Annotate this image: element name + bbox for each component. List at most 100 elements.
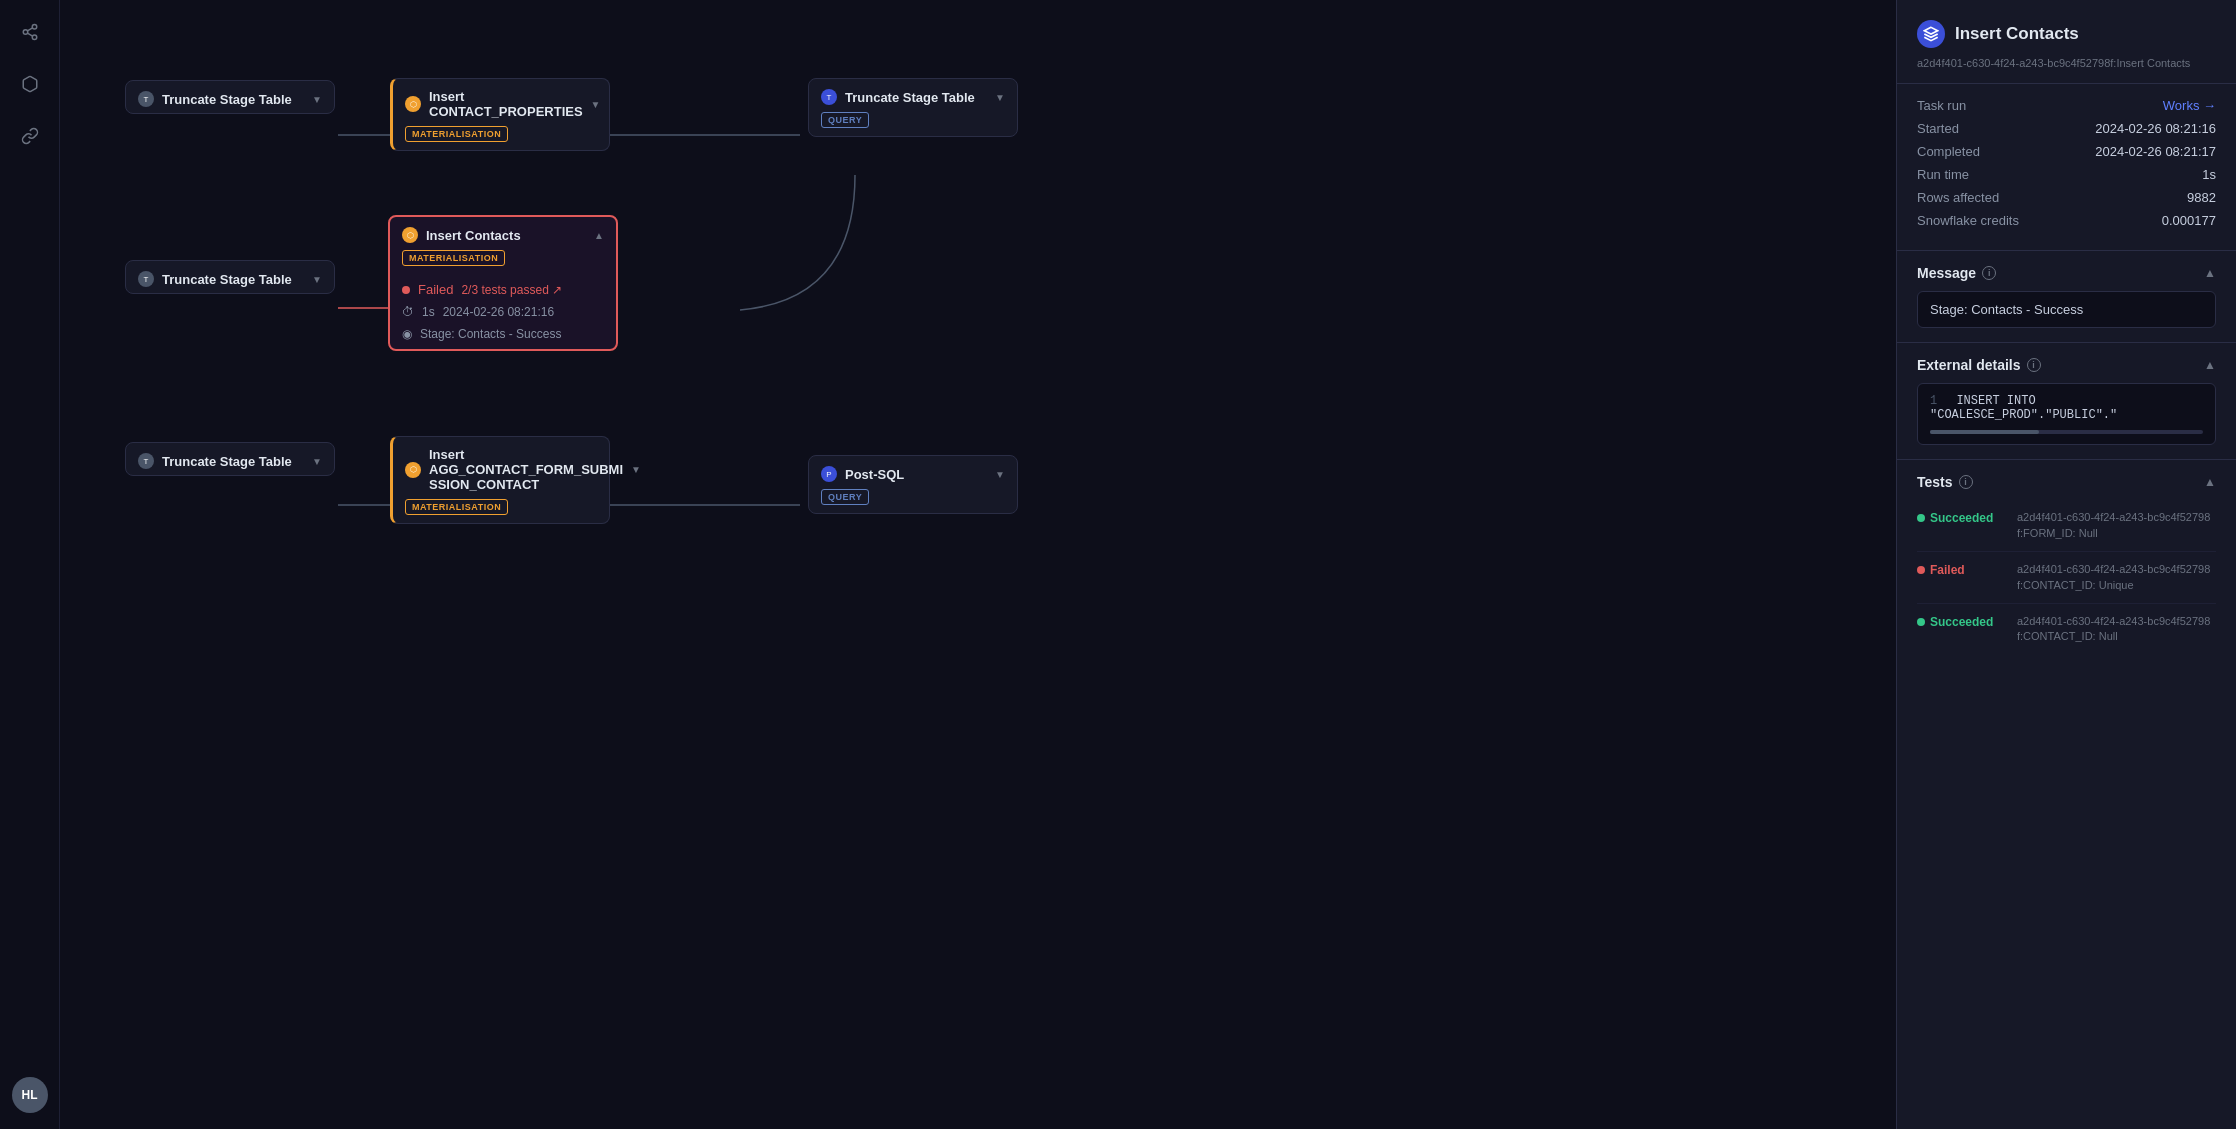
message-section-header: Message i ▲ [1917, 265, 2216, 281]
insert-contacts-body: Failed 2/3 tests passed ↗ ⏱ 1s 2024-02-2… [390, 274, 616, 349]
svg-point-2 [32, 35, 37, 40]
test-3-status: Succeeded [1930, 615, 1993, 629]
panel-title: Insert Contacts [1955, 24, 2079, 44]
code-line-num: 1 [1930, 394, 1937, 408]
panel-id: a2d4f401-c630-4f24-a243-bc9c4f52798f:Ins… [1917, 56, 2216, 71]
insert-props-chevron[interactable]: ▼ [591, 99, 601, 110]
run-datetime: 2024-02-26 08:21:16 [443, 305, 554, 319]
code-scrollbar-thumb [1930, 430, 2039, 434]
node-truncate-1-header: T Truncate Stage Table ▼ [126, 81, 334, 113]
insert-contacts-msg-row: ◉ Stage: Contacts - Success [402, 327, 604, 341]
connections-svg [60, 0, 1896, 1129]
test-item-2[interactable]: Failed a2d4f401-c630-4f24-a243-bc9c4f527… [1917, 552, 2216, 604]
truncate-4-chevron[interactable]: ▼ [312, 456, 322, 467]
post-sql-icon: P [821, 466, 837, 482]
truncate-3-icon: T [138, 271, 154, 287]
test-1-dot [1917, 514, 1925, 522]
task-run-label: Task run [1917, 98, 1966, 113]
insert-agg-header: ⬡ InsertAGG_CONTACT_FORM_SUBMISSION_CONT… [393, 437, 609, 498]
task-run-value[interactable]: Works → [2163, 98, 2216, 113]
started-label: Started [1917, 121, 1959, 136]
message-section: Message i ▲ Stage: Contacts - Success [1897, 251, 2236, 343]
tests-section: Tests i ▲ Succeeded a2d4f401-c630-4f24-a… [1897, 460, 2236, 1129]
truncate-query-badge: QUERY [821, 112, 869, 128]
panel-icon [1917, 20, 1945, 48]
svg-point-0 [32, 25, 37, 30]
insert-contacts-icon: ⬡ [402, 227, 418, 243]
external-details-info-icon[interactable]: i [2027, 358, 2041, 372]
insert-props-badge: MATERIALISATION [405, 126, 508, 142]
external-details-collapse[interactable]: ▲ [2204, 358, 2216, 372]
link-icon[interactable] [14, 120, 46, 152]
truncate-4-icon: T [138, 453, 154, 469]
test-2-badge: Failed [1917, 562, 2007, 577]
msg-text: Stage: Contacts - Success [420, 327, 561, 341]
post-sql-badge: QUERY [821, 489, 869, 505]
run-time-label: Run time [1917, 167, 1969, 182]
message-collapse-btn[interactable]: ▲ [2204, 266, 2216, 280]
run-time: 1s [422, 305, 435, 319]
test-item-1[interactable]: Succeeded a2d4f401-c630-4f24-a243-bc9c4f… [1917, 500, 2216, 552]
test-1-badge: Succeeded [1917, 510, 2007, 525]
tests-info-icon[interactable]: i [1959, 475, 1973, 489]
node-truncate-3[interactable]: T Truncate Stage Table ▼ [125, 260, 335, 294]
truncate-1-icon: T [138, 91, 154, 107]
truncate-3-header: T Truncate Stage Table ▼ [126, 261, 334, 293]
run-time-value: 1s [2202, 167, 2216, 182]
rows-affected-row: Rows affected 9882 [1917, 190, 2216, 205]
insert-props-title: InsertCONTACT_PROPERTIES [429, 89, 583, 119]
package-icon[interactable] [14, 68, 46, 100]
node-insert-contact-props[interactable]: ⬡ InsertCONTACT_PROPERTIES ▼ MATERIALISA… [390, 78, 610, 151]
node-post-sql[interactable]: P Post-SQL ▼ QUERY [808, 455, 1018, 514]
rows-affected-value: 9882 [2187, 190, 2216, 205]
snowflake-row: Snowflake credits 0.000177 [1917, 213, 2216, 228]
canvas: T Truncate Stage Table ▼ ⬡ InsertCONTACT… [60, 0, 1896, 1129]
message-section-title: Message i [1917, 265, 1996, 281]
status-failed-label: Failed [418, 282, 453, 297]
panel-title-row: Insert Contacts [1917, 20, 2216, 48]
node-truncate-4[interactable]: T Truncate Stage Table ▼ [125, 442, 335, 476]
run-time-row: Run time 1s [1917, 167, 2216, 182]
code-block: 1 INSERT INTO "COALESCE_PROD"."PUBLIC"." [1917, 383, 2216, 445]
truncate-3-chevron[interactable]: ▼ [312, 274, 322, 285]
right-panel: Insert Contacts a2d4f401-c630-4f24-a243-… [1896, 0, 2236, 1129]
insert-contacts-time-row: ⏱ 1s 2024-02-26 08:21:16 [402, 305, 604, 319]
node-truncate-1[interactable]: T Truncate Stage Table ▼ [125, 80, 335, 114]
rows-affected-label: Rows affected [1917, 190, 1999, 205]
post-sql-header: P Post-SQL ▼ [809, 456, 1017, 488]
svg-line-3 [27, 33, 32, 36]
completed-value: 2024-02-26 08:21:17 [2095, 144, 2216, 159]
completed-row: Completed 2024-02-26 08:21:17 [1917, 144, 2216, 159]
truncate-3-title: Truncate Stage Table [162, 272, 304, 287]
insert-agg-chevron[interactable]: ▼ [631, 464, 641, 475]
test-1-status: Succeeded [1930, 511, 1993, 525]
insert-contacts-status-row: Failed 2/3 tests passed ↗ [402, 282, 604, 297]
test-2-dot [1917, 566, 1925, 574]
svg-line-4 [27, 28, 32, 31]
insert-agg-title: InsertAGG_CONTACT_FORM_SUBMISSION_CONTAC… [429, 447, 623, 492]
test-item-3[interactable]: Succeeded a2d4f401-c630-4f24-a243-bc9c4f… [1917, 604, 2216, 655]
share-icon[interactable] [14, 16, 46, 48]
message-info-icon[interactable]: i [1982, 266, 1996, 280]
snowflake-label: Snowflake credits [1917, 213, 2019, 228]
node-insert-contacts[interactable]: ⬡ Insert Contacts ▲ MATERIALISATION Fail… [388, 215, 618, 351]
tests-collapse-btn[interactable]: ▲ [2204, 475, 2216, 489]
clock-icon: ⏱ [402, 305, 414, 319]
node-truncate-query[interactable]: T Truncate Stage Table ▼ QUERY [808, 78, 1018, 137]
task-run-row: Task run Works → [1917, 98, 2216, 113]
failed-dot [402, 286, 410, 294]
truncate-1-chevron[interactable]: ▼ [312, 94, 322, 105]
external-details-title: External details i [1917, 357, 2041, 373]
insert-agg-badge: MATERIALISATION [405, 499, 508, 515]
insert-contacts-chevron[interactable]: ▲ [594, 230, 604, 241]
insert-contacts-header: ⬡ Insert Contacts ▲ [390, 217, 616, 249]
post-sql-chevron[interactable]: ▼ [995, 469, 1005, 480]
tests-passed-label[interactable]: 2/3 tests passed ↗ [461, 283, 562, 297]
tests-section-header: Tests i ▲ [1917, 474, 2216, 490]
truncate-query-chevron[interactable]: ▼ [995, 92, 1005, 103]
message-box: Stage: Contacts - Success [1917, 291, 2216, 328]
node-insert-agg[interactable]: ⬡ InsertAGG_CONTACT_FORM_SUBMISSION_CONT… [390, 436, 610, 524]
avatar[interactable]: HL [12, 1077, 48, 1113]
code-scrollbar[interactable] [1930, 430, 2203, 434]
insert-props-icon: ⬡ [405, 96, 421, 112]
